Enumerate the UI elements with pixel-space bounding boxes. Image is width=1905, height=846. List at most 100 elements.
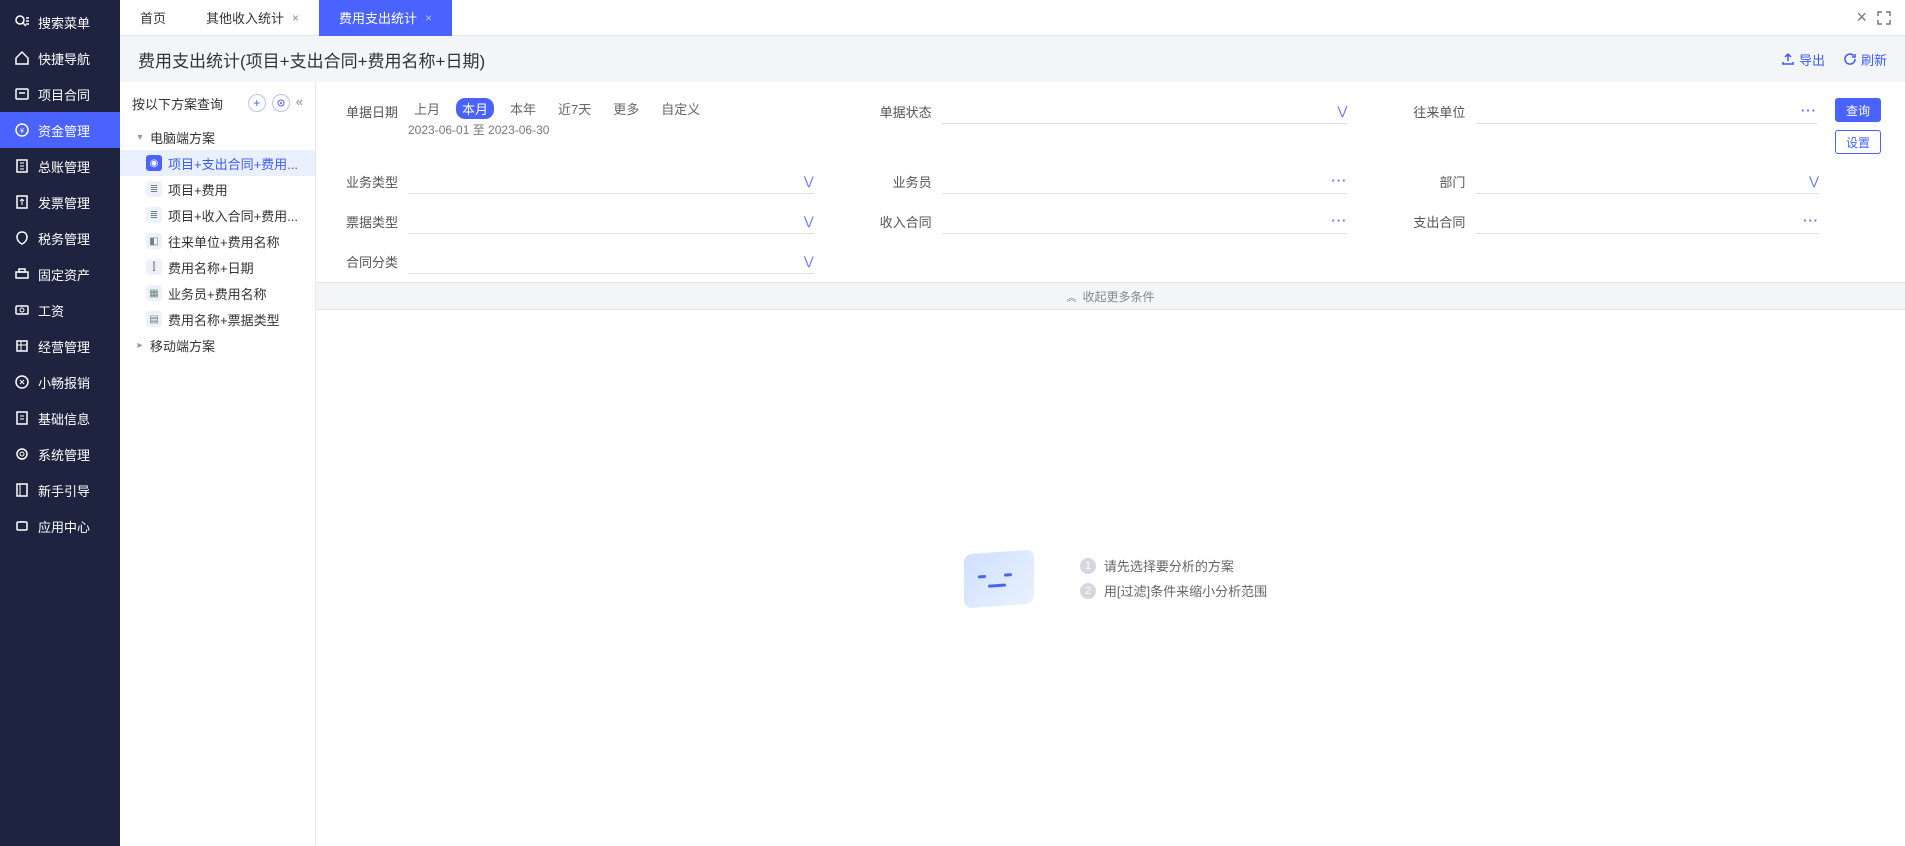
more-icon: ··· (1803, 213, 1819, 228)
add-plan-button[interactable]: + (248, 94, 266, 112)
plan-item-6[interactable]: ▤ 费用名称+票据类型 (120, 306, 315, 332)
plan-item-label: 费用名称+票据类型 (168, 310, 307, 329)
tab-home[interactable]: 首页 (120, 0, 186, 36)
sidebar-label: 税务管理 (38, 229, 90, 248)
plan-item-4[interactable]: ⫿费用名称+日期 (120, 254, 315, 280)
chart-icon: ▤ (146, 311, 162, 327)
guide-icon (14, 482, 30, 498)
chevron-down-icon: ⋁ (804, 174, 814, 188)
hint-step-2: 2 (1080, 583, 1096, 599)
close-icon[interactable]: × (292, 11, 299, 25)
sidebar-item-expense[interactable]: 小畅报销 (0, 364, 120, 400)
svg-text:¥: ¥ (20, 128, 24, 135)
sidebar-item-project[interactable]: 项目合同 (0, 76, 120, 112)
caret-right-icon: ▸ (130, 340, 150, 351)
date-opt-7days[interactable]: 近7天 (552, 98, 597, 119)
operator-input[interactable]: ··· (942, 168, 1348, 194)
plan-item-2[interactable]: ≣项目+收入合同+费用... (120, 202, 315, 228)
status-select[interactable]: ⋁ (942, 98, 1348, 124)
plan-item-0[interactable]: ◉项目+支出合同+费用... (120, 150, 315, 176)
date-opt-thisyear[interactable]: 本年 (504, 98, 542, 119)
plan-item-label: 项目+支出合同+费用... (168, 154, 307, 173)
chevron-down-icon: ⋁ (804, 254, 814, 268)
sidebar-item-search[interactable]: 搜索菜单 (0, 4, 120, 40)
contract-in-input[interactable]: ··· (942, 208, 1348, 234)
sidebar-item-funds[interactable]: ¥ 资金管理 (0, 112, 120, 148)
sidebar-item-asset[interactable]: 固定资产 (0, 256, 120, 292)
hint-text-1: 请先选择要分析的方案 (1104, 556, 1234, 575)
sidebar-item-info[interactable]: 基础信息 (0, 400, 120, 436)
sidebar-item-app[interactable]: 应用中心 (0, 508, 120, 544)
hint-text-2: 用[过滤]条件来缩小分析范围 (1104, 581, 1267, 600)
sidebar-label: 系统管理 (38, 445, 90, 464)
page-title: 费用支出统计(项目+支出合同+费用名称+日期) (138, 47, 485, 72)
contract-cls-select[interactable]: ⋁ (408, 248, 814, 274)
field-label: 支出合同 (1407, 208, 1465, 231)
tab-label: 其他收入统计 (206, 8, 284, 27)
refresh-button[interactable]: 刷新 (1843, 50, 1887, 69)
biztype-select[interactable]: ⋁ (408, 168, 814, 194)
plan-group-label: 移动端方案 (150, 336, 307, 355)
system-icon (14, 446, 30, 462)
sidebar-item-invoice[interactable]: 发票管理 (0, 184, 120, 220)
plan-item-1[interactable]: ≣项目+费用 (120, 176, 315, 202)
sidebar-item-salary[interactable]: 工资 (0, 292, 120, 328)
chevron-down-icon: ⋁ (804, 214, 814, 228)
sidebar-label: 应用中心 (38, 517, 90, 536)
sidebar-label: 资金管理 (38, 121, 90, 140)
fullscreen-icon[interactable] (1877, 11, 1891, 25)
plan-group-label: 电脑端方案 (150, 128, 307, 147)
receipt-select[interactable]: ⋁ (408, 208, 814, 234)
date-opt-custom[interactable]: 自定义 (655, 98, 706, 119)
sidebar-label: 基础信息 (38, 409, 90, 428)
plan-settings-button[interactable] (272, 94, 290, 112)
plan-group-desktop[interactable]: ▾电脑端方案 (120, 124, 315, 150)
dept-select[interactable]: ⋁ (1475, 168, 1819, 194)
collapse-plan-button[interactable]: « (296, 94, 303, 112)
sidebar-label: 工资 (38, 301, 64, 320)
field-label: 往来单位 (1407, 98, 1465, 121)
plan-item-label: 往来单位+费用名称 (168, 232, 307, 251)
plan-group-mobile[interactable]: ▸移动端方案 (120, 332, 315, 358)
more-icon: ··· (1331, 213, 1347, 228)
export-label: 导出 (1799, 50, 1825, 69)
filter-receipt-type: 票据类型 ⋁ (340, 208, 814, 234)
contract-out-input[interactable]: ··· (1475, 208, 1819, 234)
plan-item-5[interactable]: ▦业务员+费用名称 (120, 280, 315, 306)
date-opt-more[interactable]: 更多 (607, 98, 645, 119)
sidebar-item-guide[interactable]: 新手引导 (0, 472, 120, 508)
party-input[interactable]: ··· (1475, 98, 1817, 124)
date-opt-thismonth[interactable]: 本月 (456, 98, 494, 119)
salary-icon (14, 302, 30, 318)
chevron-down-icon: ⋁ (1337, 104, 1347, 118)
field-label: 票据类型 (340, 208, 398, 231)
plan-item-3[interactable]: ◧往来单位+费用名称 (120, 228, 315, 254)
field-label: 合同分类 (340, 248, 398, 271)
chart-icon: ▦ (146, 285, 162, 301)
sidebar-item-tax[interactable]: 税务管理 (0, 220, 120, 256)
query-button[interactable]: 查询 (1835, 98, 1881, 122)
filter-contract-cls: 合同分类 ⋁ (340, 248, 814, 274)
sidebar-label: 总账管理 (38, 157, 90, 176)
export-button[interactable]: 导出 (1781, 50, 1825, 69)
field-label: 业务员 (874, 168, 932, 191)
settings-button[interactable]: 设置 (1835, 130, 1881, 154)
sidebar-item-ledger[interactable]: 总账管理 (0, 148, 120, 184)
tab-other-income[interactable]: 其他收入统计 × (186, 0, 319, 36)
invoice-icon (14, 194, 30, 210)
chart-icon: ≣ (146, 207, 162, 223)
tab-expense-stat[interactable]: 费用支出统计× (319, 0, 452, 36)
date-opt-lastmonth[interactable]: 上月 (408, 98, 446, 119)
sidebar-item-operate[interactable]: 经营管理 (0, 328, 120, 364)
search-list-icon (14, 14, 30, 30)
more-icon: ··· (1801, 103, 1817, 118)
tab-bar: 首页 其他收入统计 × 费用支出统计× × (120, 0, 1905, 36)
sidebar-item-system[interactable]: 系统管理 (0, 436, 120, 472)
sidebar-item-quicknav[interactable]: 快捷导航 (0, 40, 120, 76)
close-icon[interactable]: × (425, 11, 432, 25)
field-label: 业务类型 (340, 168, 398, 191)
filter-date: 单据日期 上月 本月 本年 近7天 更多 自定义 2023-06-01 至 20… (340, 98, 814, 138)
more-icon: ··· (1331, 173, 1347, 188)
collapse-filters-button[interactable]: ︽ 收起更多条件 (316, 282, 1905, 310)
close-all-icon[interactable]: × (1856, 7, 1867, 28)
